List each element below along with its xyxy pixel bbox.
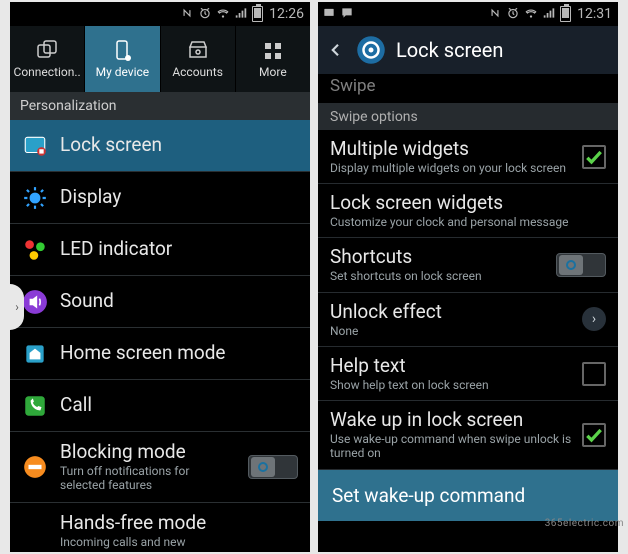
signal-icon — [542, 6, 556, 23]
row-title: LED indicator — [60, 239, 172, 260]
signal-icon — [234, 6, 248, 23]
row-screen-lock-swipe[interactable]: Swipe — [318, 74, 618, 104]
row-sound[interactable]: Sound — [10, 276, 310, 328]
section-header-swipe-options: Swipe options — [318, 104, 618, 130]
row-call[interactable]: Call — [10, 380, 310, 432]
row-lock-screen-widgets[interactable]: Lock screen widgets Customize your clock… — [318, 184, 618, 238]
battery-icon — [560, 6, 571, 22]
status-time: 12:26 — [269, 6, 304, 22]
screenshot-lock-screen-settings: 12:31 Lock screen Swipe Swipe options Mu… — [318, 2, 618, 552]
tab-more[interactable]: More — [236, 26, 310, 92]
row-subtitle: None — [330, 324, 572, 338]
action-bar-title: Lock screen — [396, 38, 503, 62]
chevron-right-icon: › — [582, 307, 606, 331]
tab-label: More — [259, 65, 287, 79]
row-led-indicator[interactable]: LED indicator — [10, 224, 310, 276]
row-title: Sound — [60, 291, 114, 312]
row-help-text[interactable]: Help text Show help text on lock screen — [318, 347, 618, 401]
call-icon — [22, 393, 48, 419]
row-hands-free-mode[interactable]: Hands-free mode Incoming calls and new — [10, 503, 310, 552]
row-title: Wake up in lock screen — [330, 409, 572, 431]
section-header-personalization: Personalization — [10, 92, 310, 120]
back-button[interactable] — [326, 41, 346, 59]
settings-list: Lock screen Display LED indicator Sound — [10, 120, 310, 552]
tab-connections[interactable]: Connection.. — [10, 26, 85, 92]
wake-up-checkbox[interactable] — [582, 423, 606, 447]
tab-label: My device — [96, 65, 150, 79]
row-subtitle: Incoming calls and new — [60, 536, 206, 550]
tab-label: Connection.. — [14, 65, 81, 79]
nfc-icon — [488, 6, 502, 23]
help-text-checkbox[interactable] — [582, 362, 606, 386]
screenshot-settings-tabs: 12:26 Connection.. My device Accounts M — [10, 2, 310, 552]
alarm-icon — [506, 6, 520, 23]
row-title: Blocking mode — [60, 442, 236, 463]
hands-free-icon — [22, 519, 48, 545]
row-multiple-widgets[interactable]: Multiple widgets Display multiple widget… — [318, 130, 618, 184]
row-lock-screen[interactable]: Lock screen — [10, 120, 310, 172]
row-title: Multiple widgets — [330, 138, 572, 160]
my-device-icon — [110, 39, 134, 63]
status-time: 12:31 — [577, 6, 612, 22]
row-title: Shortcuts — [330, 246, 546, 268]
watermark-text: 365electric.com — [545, 518, 624, 529]
battery-icon — [252, 6, 263, 22]
row-wake-up-in-lock-screen[interactable]: Wake up in lock screen Use wake-up comma… — [318, 401, 618, 470]
blocking-mode-toggle[interactable] — [248, 455, 298, 479]
settings-category-tabs: Connection.. My device Accounts More — [10, 26, 310, 92]
action-bar: Lock screen — [318, 26, 618, 74]
blocking-icon — [22, 454, 48, 480]
row-shortcuts[interactable]: Shortcuts Set shortcuts on lock screen — [318, 238, 618, 292]
accounts-icon — [186, 39, 210, 63]
row-display[interactable]: Display — [10, 172, 310, 224]
row-set-wake-up-command[interactable]: Set wake-up command — [318, 470, 618, 521]
message-icon — [340, 6, 354, 23]
connections-icon — [35, 39, 59, 63]
home-mode-icon — [22, 341, 48, 367]
notification-icon — [322, 6, 336, 23]
tab-accounts[interactable]: Accounts — [161, 26, 236, 92]
row-subtitle: Set shortcuts on lock screen — [330, 269, 546, 283]
row-title: Call — [60, 395, 92, 416]
row-title: Lock screen — [60, 135, 162, 156]
row-title: Display — [60, 187, 121, 208]
row-title: Lock screen widgets — [330, 192, 606, 214]
wifi-icon — [524, 6, 538, 23]
row-title: Set wake-up command — [332, 484, 525, 507]
row-title: Help text — [330, 355, 572, 377]
tab-my-device[interactable]: My device — [85, 26, 160, 92]
status-bar: 12:26 — [10, 2, 310, 26]
row-subtitle: Display multiple widgets on your lock sc… — [330, 161, 572, 175]
shortcuts-toggle[interactable] — [556, 253, 606, 277]
row-subtitle: Use wake-up command when swipe unlock is… — [330, 432, 572, 461]
row-title: Home screen mode — [60, 343, 226, 364]
row-subtitle: Customize your clock and personal messag… — [330, 215, 606, 229]
sound-icon — [22, 289, 48, 315]
status-bar: 12:31 — [318, 2, 618, 26]
more-icon — [261, 39, 285, 63]
lock-screen-icon — [22, 133, 48, 159]
wifi-icon — [216, 6, 230, 23]
row-title: Hands-free mode — [60, 513, 206, 534]
tab-label: Accounts — [172, 65, 223, 79]
multi-window-tray-handle[interactable]: › — [10, 284, 24, 330]
row-subtitle: Show help text on lock screen — [330, 378, 572, 392]
row-title: Unlock effect — [330, 301, 572, 323]
display-icon — [22, 185, 48, 211]
multiple-widgets-checkbox[interactable] — [582, 145, 606, 169]
led-icon — [22, 237, 48, 263]
row-home-screen-mode[interactable]: Home screen mode — [10, 328, 310, 380]
lock-screen-header-icon — [356, 35, 386, 65]
row-unlock-effect[interactable]: Unlock effect None › — [318, 293, 618, 347]
row-title: Swipe — [330, 77, 606, 97]
row-blocking-mode[interactable]: Blocking mode Turn off notifications for… — [10, 432, 310, 503]
row-subtitle: Turn off notifications for selected feat… — [60, 465, 236, 493]
nfc-icon — [180, 6, 194, 23]
alarm-icon — [198, 6, 212, 23]
